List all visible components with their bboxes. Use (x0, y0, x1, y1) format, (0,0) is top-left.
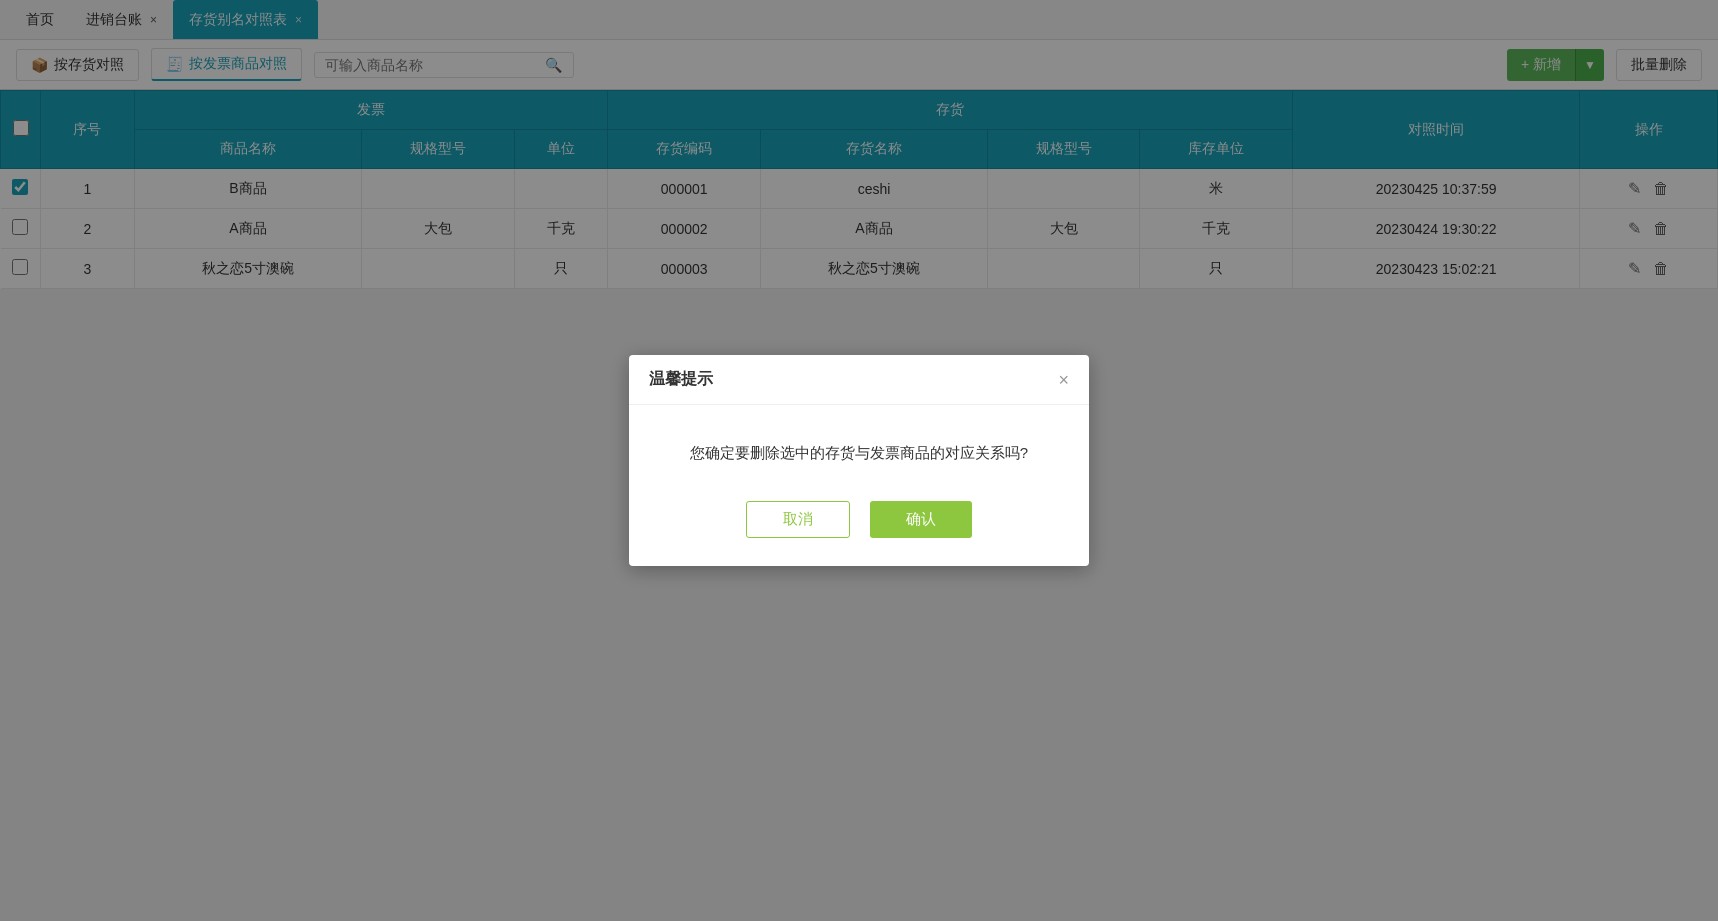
dialog-overlay: 温馨提示 × 您确定要删除选中的存货与发票商品的对应关系吗? 取消 确认 (0, 0, 1718, 289)
